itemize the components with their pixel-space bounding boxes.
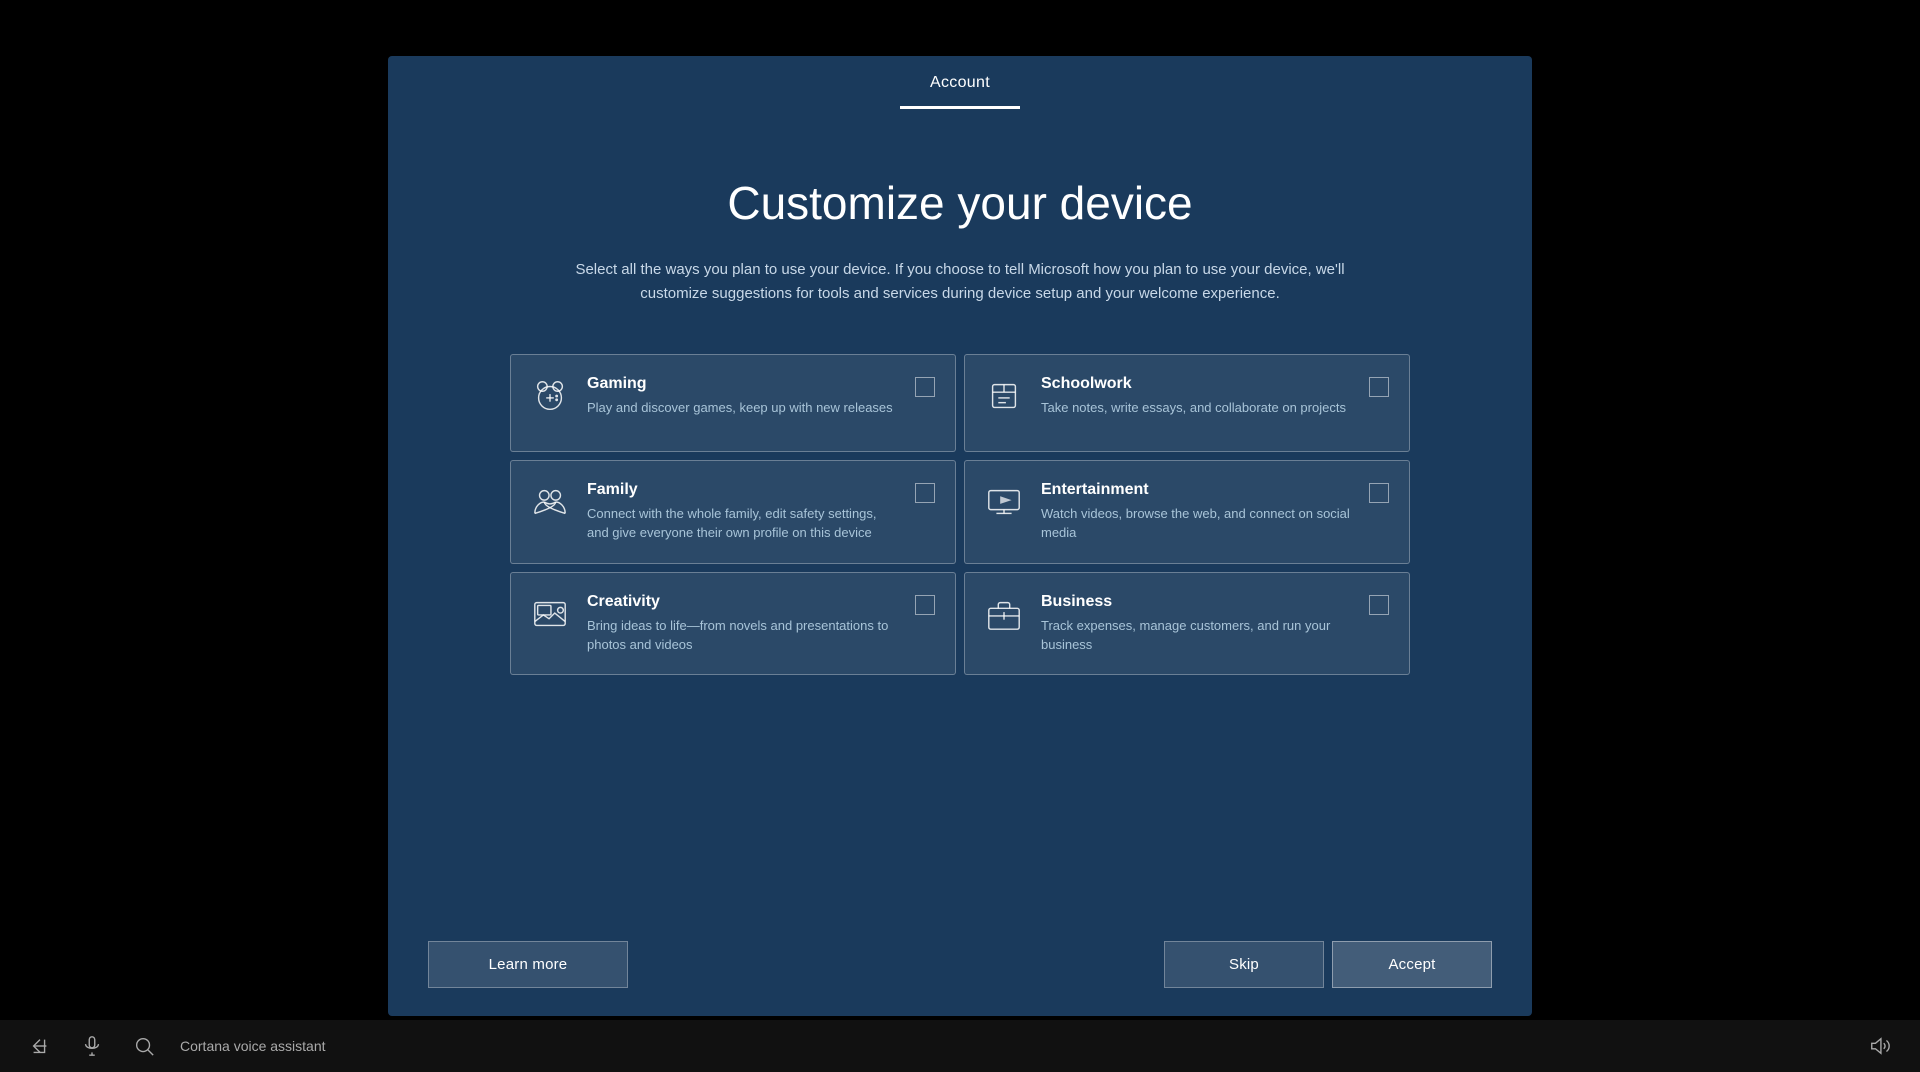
gaming-title: Gaming (587, 375, 899, 393)
family-text: Family Connect with the whole family, ed… (587, 481, 899, 543)
creativity-icon (529, 593, 571, 635)
creativity-title: Creativity (587, 593, 899, 611)
creativity-desc: Bring ideas to life—from novels and pres… (587, 617, 899, 655)
entertainment-title: Entertainment (1041, 481, 1353, 499)
family-desc: Connect with the whole family, edit safe… (587, 505, 899, 543)
entertainment-text: Entertainment Watch videos, browse the w… (1041, 481, 1353, 543)
learn-more-button[interactable]: Learn more (428, 941, 628, 988)
option-card-entertainment[interactable]: Entertainment Watch videos, browse the w… (964, 460, 1410, 564)
option-card-business[interactable]: Business Track expenses, manage customer… (964, 572, 1410, 676)
schoolwork-icon (983, 375, 1025, 417)
business-desc: Track expenses, manage customers, and ru… (1041, 617, 1353, 655)
gaming-checkbox[interactable] (915, 377, 935, 397)
family-checkbox[interactable] (915, 483, 935, 503)
cortana-text: Cortana voice assistant (180, 1038, 1844, 1054)
taskbar: Cortana voice assistant (0, 1020, 1920, 1072)
entertainment-checkbox[interactable] (1369, 483, 1389, 503)
business-checkbox[interactable] (1369, 595, 1389, 615)
schoolwork-title: Schoolwork (1041, 375, 1353, 393)
options-grid: Gaming Play and discover games, keep up … (510, 354, 1410, 675)
top-nav: Account (388, 56, 1532, 109)
entertainment-icon (983, 481, 1025, 523)
page-title: Customize your device (727, 176, 1192, 230)
business-title: Business (1041, 593, 1353, 611)
bottom-bar: Learn more Skip Accept (388, 921, 1532, 1016)
gaming-text: Gaming Play and discover games, keep up … (587, 375, 899, 418)
entertainment-desc: Watch videos, browse the web, and connec… (1041, 505, 1353, 543)
search-icon[interactable] (128, 1030, 160, 1062)
gaming-icon (529, 375, 571, 417)
schoolwork-text: Schoolwork Take notes, write essays, and… (1041, 375, 1353, 418)
microphone-icon[interactable] (76, 1030, 108, 1062)
schoolwork-desc: Take notes, write essays, and collaborat… (1041, 399, 1353, 418)
gaming-desc: Play and discover games, keep up with ne… (587, 399, 899, 418)
back-icon[interactable] (24, 1030, 56, 1062)
business-icon (983, 593, 1025, 635)
family-title: Family (587, 481, 899, 499)
main-content: Customize your device Select all the way… (388, 106, 1532, 921)
account-tab[interactable]: Account (900, 56, 1020, 109)
schoolwork-checkbox[interactable] (1369, 377, 1389, 397)
skip-button[interactable]: Skip (1164, 941, 1324, 988)
bottom-right-buttons: Skip Accept (1164, 941, 1492, 988)
option-card-family[interactable]: Family Connect with the whole family, ed… (510, 460, 956, 564)
option-card-creativity[interactable]: Creativity Bring ideas to life—from nove… (510, 572, 956, 676)
business-text: Business Track expenses, manage customer… (1041, 593, 1353, 655)
page-description: Select all the ways you plan to use your… (550, 258, 1370, 306)
volume-icon[interactable] (1864, 1030, 1896, 1062)
option-card-schoolwork[interactable]: Schoolwork Take notes, write essays, and… (964, 354, 1410, 452)
main-window: Account Customize your device Select all… (388, 56, 1532, 1016)
option-card-gaming[interactable]: Gaming Play and discover games, keep up … (510, 354, 956, 452)
creativity-checkbox[interactable] (915, 595, 935, 615)
accept-button[interactable]: Accept (1332, 941, 1492, 988)
family-icon (529, 481, 571, 523)
creativity-text: Creativity Bring ideas to life—from nove… (587, 593, 899, 655)
